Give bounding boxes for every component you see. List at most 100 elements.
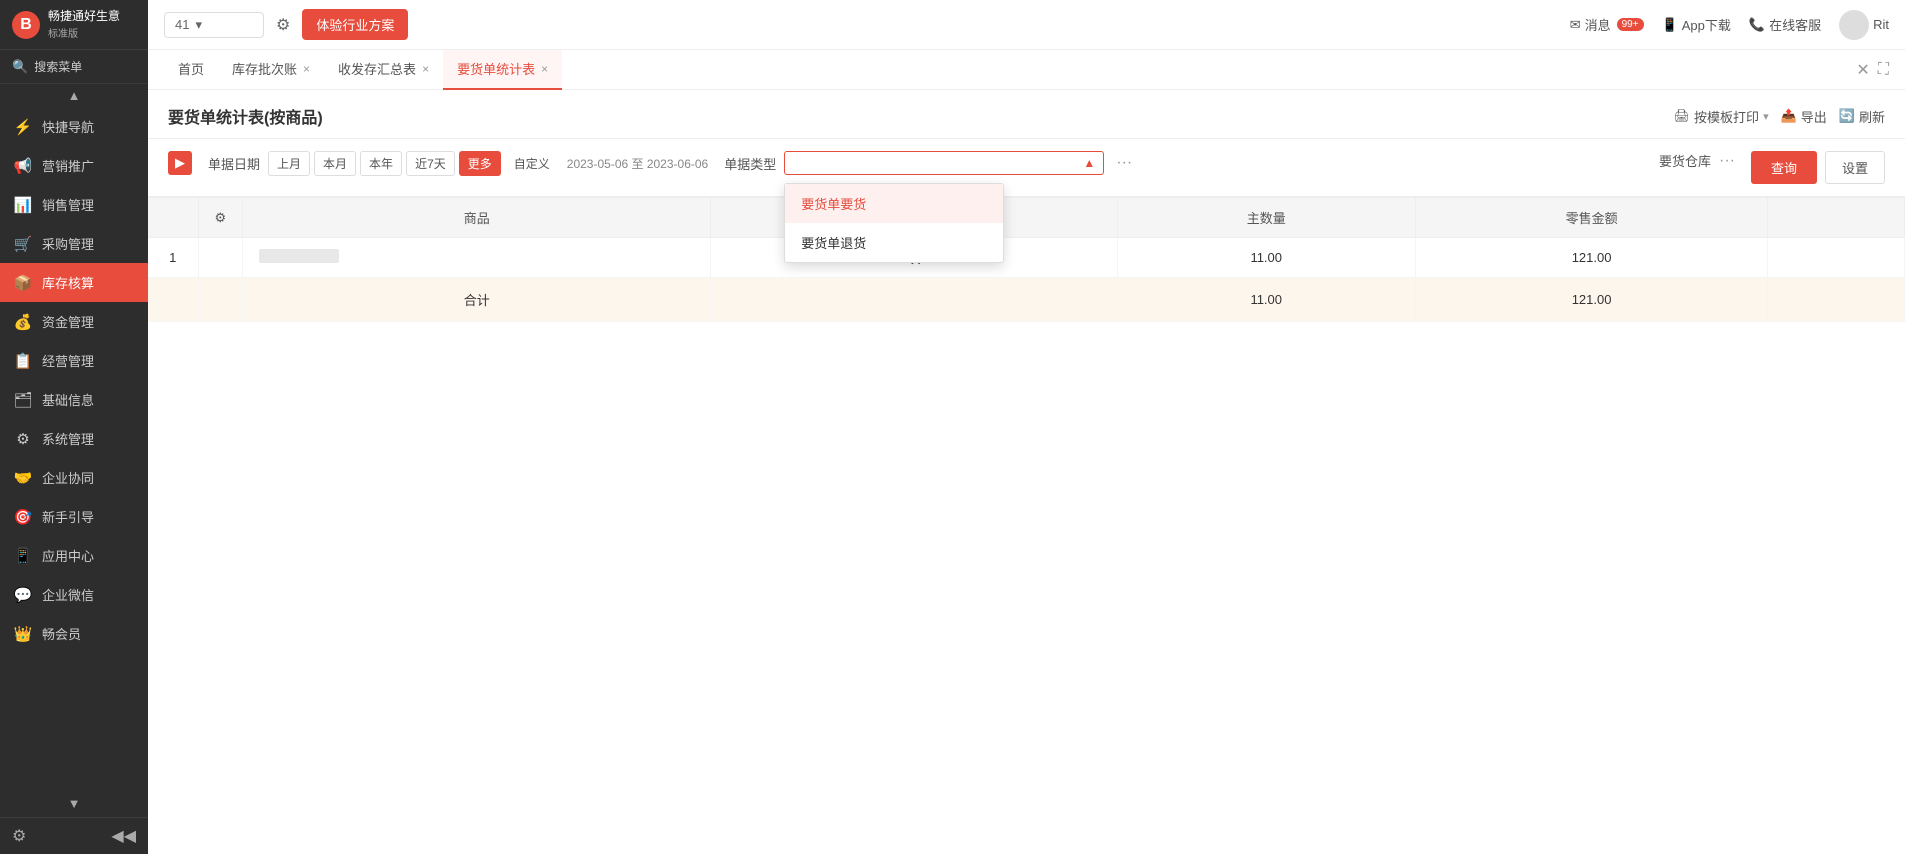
print-btn[interactable]: 🖨 按模板打印 ▾: [1674, 107, 1769, 126]
topbar-right: ✉ 消息 99+ 📱 App下载 📞 在线客服 Rit: [1570, 10, 1889, 40]
type-selector-more-icon[interactable]: ···: [1116, 154, 1132, 172]
sidebar-item-inventory[interactable]: 📦 库存核算: [0, 263, 148, 302]
refresh-label: 刷新: [1859, 107, 1885, 126]
warehouse-more-icon[interactable]: ···: [1719, 152, 1735, 170]
basic-info-icon: 🗂: [12, 391, 34, 409]
sidebar-item-label: 库存核算: [42, 273, 94, 292]
sidebar-item-app-center[interactable]: 📱 应用中心: [0, 536, 148, 575]
table-cell-settings: [198, 238, 243, 278]
table-footer-row: 合计 11.00 121.00: [148, 278, 1905, 322]
chevron-down-icon: ▾: [195, 17, 202, 33]
trial-btn[interactable]: 体验行业方案: [302, 9, 408, 40]
date-btn-prev-month[interactable]: 上月: [268, 151, 310, 176]
filter-date-section: 单据日期 上月 本月 本年 近7天 更多 自定义 2023-05-06 至 20…: [208, 151, 708, 176]
type-selector-input[interactable]: ▲: [784, 151, 1104, 175]
sidebar-item-quick-nav[interactable]: ⚡ 快捷导航: [0, 107, 148, 146]
date-btn-this-month[interactable]: 本月: [314, 151, 356, 176]
tab-inventory-batch[interactable]: 库存批次账 ×: [218, 50, 324, 90]
sidebar-item-member[interactable]: 👑 畅会员: [0, 614, 148, 653]
date-btn-last-7-days[interactable]: 近7天: [406, 151, 455, 176]
operation-icon: 📋: [12, 352, 34, 370]
sidebar-item-label: 新手引导: [42, 507, 94, 526]
sidebar-item-label: 快捷导航: [42, 117, 94, 136]
sidebar-item-label: 应用中心: [42, 546, 94, 565]
sidebar-item-operation[interactable]: 📋 经营管理: [0, 341, 148, 380]
user-avatar-area[interactable]: Rit: [1839, 10, 1889, 40]
table-footer-settings: [198, 278, 243, 322]
refresh-btn[interactable]: 🔄 刷新: [1839, 107, 1885, 126]
finance-icon: 💰: [12, 313, 34, 331]
print-icon: 🖨: [1674, 108, 1691, 124]
tab-inventory-batch-close[interactable]: ×: [303, 62, 310, 76]
collapse-icon[interactable]: ◀◀: [111, 826, 136, 846]
sidebar-item-sales[interactable]: 📊 销售管理: [0, 185, 148, 224]
sidebar-item-label: 营销推广: [42, 156, 94, 175]
date-range-display: 2023-05-06 至 2023-06-06: [567, 155, 708, 172]
topbar: 41 ▾ ⚙ 体验行业方案 ✉ 消息 99+ 📱 App下载 📞 在线客服 R: [148, 0, 1905, 50]
messages-label: 消息: [1585, 15, 1611, 34]
export-label: 导出: [1801, 107, 1827, 126]
online-service-label: 在线客服: [1769, 15, 1821, 34]
tabs-close-all-icon[interactable]: ✕: [1856, 60, 1869, 80]
table-cell-extra: [1768, 238, 1905, 278]
table-amount-header: 零售金额: [1415, 198, 1767, 238]
refresh-icon: 🔄: [1839, 108, 1855, 124]
user-name: Rit: [1873, 17, 1889, 32]
table-settings-header[interactable]: ⚙: [198, 198, 243, 238]
app-download-btn[interactable]: 📱 App下载: [1662, 15, 1731, 34]
topbar-left: 41 ▾ ⚙ 体验行业方案: [164, 9, 1570, 40]
sidebar-scroll-down[interactable]: ▼: [0, 789, 148, 817]
export-btn[interactable]: 📤 导出: [1781, 107, 1827, 126]
messages-btn[interactable]: ✉ 消息 99+: [1570, 15, 1644, 34]
sidebar-item-label: 资金管理: [42, 312, 94, 331]
table-extra-header: [1768, 198, 1905, 238]
type-option-requisition-order[interactable]: 要货单要货: [785, 184, 1003, 223]
app-center-icon: 📱: [12, 547, 34, 565]
store-selector[interactable]: 41 ▾: [164, 12, 264, 38]
date-btn-more[interactable]: 更多: [459, 151, 501, 176]
query-btn[interactable]: 查询: [1751, 151, 1817, 184]
type-selector-arrow-icon[interactable]: ▲: [1083, 156, 1095, 170]
data-table: ⚙ 商品 主计量单位 主数量 零售金额 1: [148, 197, 1905, 322]
sidebar-item-marketing[interactable]: 📢 营销推广: [0, 146, 148, 185]
product-placeholder: [259, 249, 339, 263]
topbar-gear-icon[interactable]: ⚙: [276, 15, 290, 35]
sidebar-item-purchase[interactable]: 🛒 采购管理: [0, 224, 148, 263]
sidebar-item-system[interactable]: ⚙ 系统管理: [0, 419, 148, 458]
tab-requisition-stats-close[interactable]: ×: [541, 62, 548, 76]
tabs-maximize-icon[interactable]: ⛶: [1878, 61, 1889, 79]
sidebar-item-enterprise[interactable]: 🤝 企业协同: [0, 458, 148, 497]
tab-receive-summary-close[interactable]: ×: [422, 62, 429, 76]
sidebar-item-label: 销售管理: [42, 195, 94, 214]
tab-receive-summary[interactable]: 收发存汇总表 ×: [324, 50, 443, 90]
table-row: 1 块 11.00 121.00: [148, 238, 1905, 278]
messages-badge: 99+: [1617, 18, 1644, 31]
main-container: 41 ▾ ⚙ 体验行业方案 ✉ 消息 99+ 📱 App下载 📞 在线客服 R: [148, 0, 1905, 854]
warehouse-selector-section: 要货仓库 ···: [1659, 151, 1735, 170]
date-btn-this-year[interactable]: 本年: [360, 151, 402, 176]
sidebar-item-wechat[interactable]: 💬 企业微信: [0, 575, 148, 614]
online-service-btn[interactable]: 📞 在线客服: [1749, 15, 1821, 34]
type-option-requisition-return[interactable]: 要货单退货: [785, 223, 1003, 262]
tab-bar: 首页 库存批次账 × 收发存汇总表 × 要货单统计表 × ✕ ⛶: [148, 50, 1905, 90]
sidebar-item-finance[interactable]: 💰 资金管理: [0, 302, 148, 341]
tab-receive-summary-label: 收发存汇总表: [338, 59, 416, 78]
sidebar-item-guide[interactable]: 🎯 新手引导: [0, 497, 148, 536]
settings-btn[interactable]: 设置: [1825, 151, 1885, 184]
warehouse-filter-label: 要货仓库: [1659, 151, 1711, 170]
tabs-actions: ✕ ⛶: [1856, 60, 1889, 80]
table-quantity-header: 主数量: [1117, 198, 1415, 238]
settings-icon[interactable]: ⚙: [12, 826, 26, 846]
page-title: 要货单统计表(按商品): [168, 104, 323, 128]
tab-requisition-stats[interactable]: 要货单统计表 ×: [443, 50, 562, 90]
tab-home[interactable]: 首页: [164, 50, 218, 90]
sidebar-item-basic-info[interactable]: 🗂 基础信息: [0, 380, 148, 419]
filter-expand-btn[interactable]: ▶: [168, 151, 192, 175]
sidebar-search[interactable]: 🔍 搜索菜单: [0, 50, 148, 84]
table-product-header: 商品: [243, 198, 711, 238]
print-dropdown-icon: ▾: [1763, 110, 1769, 123]
sidebar-scroll-up[interactable]: ▲: [0, 84, 148, 107]
date-btn-custom[interactable]: 自定义: [505, 151, 559, 176]
avatar: [1839, 10, 1869, 40]
tab-requisition-stats-label: 要货单统计表: [457, 59, 535, 78]
